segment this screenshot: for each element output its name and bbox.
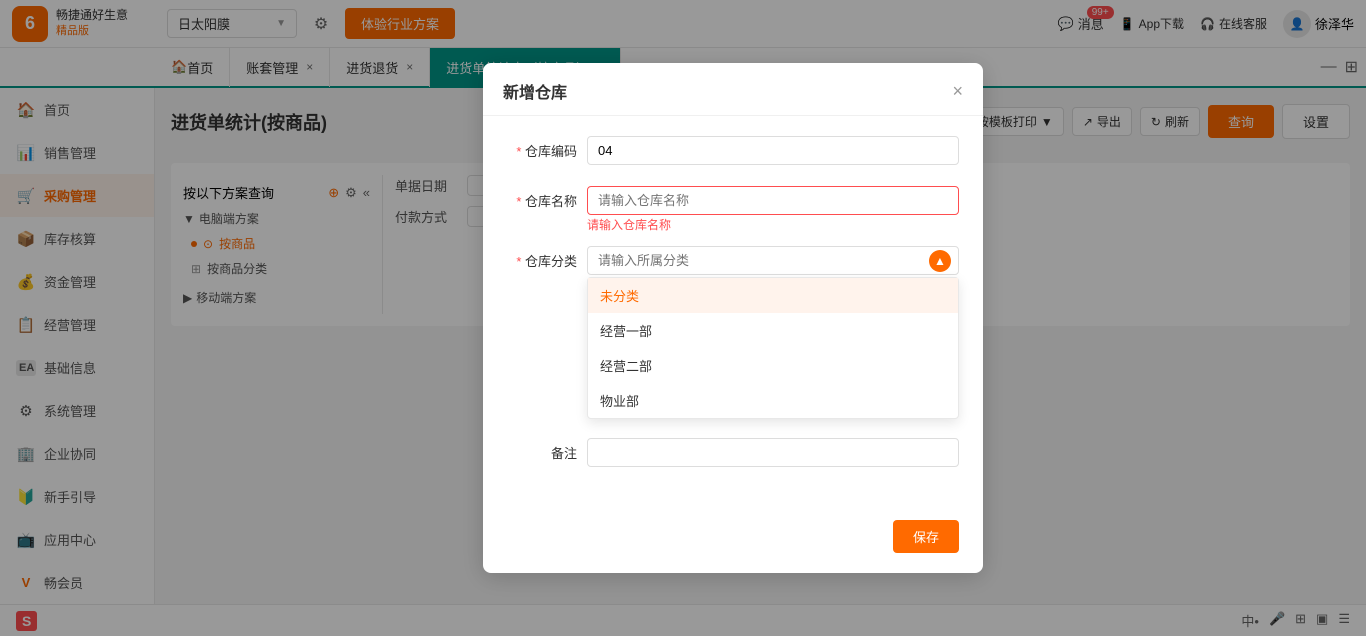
name-input[interactable] [587,186,959,215]
dropdown-option-dept3[interactable]: 物业部 [588,383,958,418]
dropdown-option-dept2[interactable]: 经营二部 [588,348,958,383]
category-dropdown-container: ▲ 未分类 经营一部 经营二部 物业部 [587,246,959,275]
code-input[interactable] [587,136,959,165]
form-row-category: 仓库分类 ▲ 未分类 经营一部 经营二部 物业部 [507,246,959,278]
new-warehouse-modal: 新增仓库 × 仓库编码 仓库名称 请输入仓库名称 仓库分类 ▲ 未分类 经营一部 [483,63,983,573]
code-label: 仓库编码 [507,136,587,168]
form-row-name: 仓库名称 请输入仓库名称 [507,186,959,218]
name-error-message: 请输入仓库名称 [587,216,671,233]
modal-close-button[interactable]: × [952,81,963,102]
category-input[interactable] [587,246,959,275]
save-button[interactable]: 保存 [893,520,959,553]
note-label: 备注 [507,438,587,470]
category-label: 仓库分类 [507,246,587,278]
dropdown-option-dept1[interactable]: 经营一部 [588,313,958,348]
name-label: 仓库名称 [507,186,587,218]
dropdown-option-unclassified[interactable]: 未分类 [588,278,958,313]
category-dropdown-toggle[interactable]: ▲ [929,250,951,272]
modal-title: 新增仓库 [503,79,567,103]
form-row-code: 仓库编码 [507,136,959,168]
note-input[interactable] [587,438,959,467]
modal-body: 仓库编码 仓库名称 请输入仓库名称 仓库分类 ▲ 未分类 经营一部 经营二部 物… [483,116,983,508]
modal-header: 新增仓库 × [483,63,983,116]
modal-footer: 保存 [483,508,983,573]
category-dropdown-list: 未分类 经营一部 经营二部 物业部 [587,277,959,419]
form-row-note: 备注 [507,438,959,470]
